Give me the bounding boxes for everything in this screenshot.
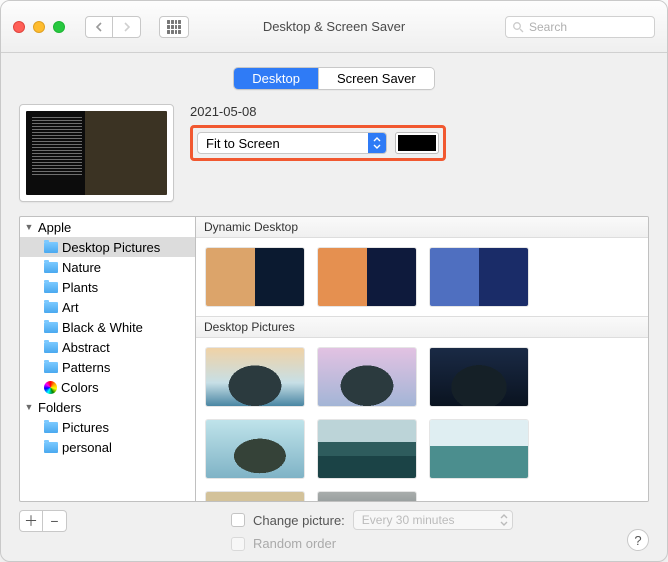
browser-split: ▼ Apple Desktop Pictures Nature Plants A… xyxy=(19,216,649,502)
fill-mode-value: Fit to Screen xyxy=(206,136,280,151)
chevron-up-down-icon xyxy=(373,137,381,149)
folder-icon xyxy=(44,442,58,453)
source-list[interactable]: ▼ Apple Desktop Pictures Nature Plants A… xyxy=(20,217,196,501)
nav-buttons xyxy=(85,16,141,38)
random-order-checkbox[interactable] xyxy=(231,537,245,551)
fill-color-well[interactable] xyxy=(395,132,439,154)
change-picture-label: Change picture: xyxy=(253,513,345,528)
sidebar-item-nature[interactable]: Nature xyxy=(20,257,195,277)
back-button[interactable] xyxy=(85,16,113,38)
sidebar-item-black-white[interactable]: Black & White xyxy=(20,317,195,337)
tab-bar: Desktop Screen Saver xyxy=(19,67,649,90)
wallpaper-thumbnail[interactable] xyxy=(206,420,304,478)
wallpaper-thumbnail[interactable] xyxy=(318,420,416,478)
sidebar-item-abstract[interactable]: Abstract xyxy=(20,337,195,357)
rotation-options: Change picture: Every 30 minutes Random … xyxy=(231,510,513,551)
forward-button[interactable] xyxy=(113,16,141,38)
folder-icon xyxy=(44,302,58,313)
wallpaper-preview-image xyxy=(26,111,167,195)
disclosure-triangle-icon: ▼ xyxy=(24,222,34,232)
sidebar-group-folders[interactable]: ▼ Folders xyxy=(20,397,195,417)
minimize-window-button[interactable] xyxy=(33,21,45,33)
folder-icon xyxy=(44,282,58,293)
sidebar-group-apple[interactable]: ▼ Apple xyxy=(20,217,195,237)
color-wheel-icon xyxy=(44,381,57,394)
content: Desktop Screen Saver 2021-05-08 Fit to S… xyxy=(1,53,667,561)
highlighted-fill-controls: Fit to Screen xyxy=(190,125,446,161)
window-controls xyxy=(13,21,65,33)
close-window-button[interactable] xyxy=(13,21,25,33)
section-header-dynamic: Dynamic Desktop xyxy=(196,217,648,238)
tab-screen-saver[interactable]: Screen Saver xyxy=(318,68,434,89)
wallpaper-filename: 2021-05-08 xyxy=(190,104,446,119)
wallpaper-preview-well xyxy=(19,104,174,202)
sidebar-item-colors[interactable]: Colors xyxy=(20,377,195,397)
help-button[interactable]: ? xyxy=(627,529,649,551)
sidebar-item-patterns[interactable]: Patterns xyxy=(20,357,195,377)
dynamic-thumbnails xyxy=(196,238,648,316)
wallpaper-thumbnail[interactable] xyxy=(318,248,416,306)
add-remove-buttons: ＋ − xyxy=(19,510,67,532)
thumbnail-browser[interactable]: Dynamic Desktop Desktop Pictures xyxy=(196,217,648,501)
sidebar-group-label: Apple xyxy=(38,220,71,235)
bottom-bar: ＋ − Change picture: Every 30 minutes Ran… xyxy=(19,502,649,551)
chevron-up-down-icon xyxy=(500,514,508,526)
folder-icon xyxy=(44,422,58,433)
folder-icon xyxy=(44,342,58,353)
search-icon xyxy=(512,21,524,33)
segmented-control: Desktop Screen Saver xyxy=(233,67,434,90)
sidebar-item-pictures[interactable]: Pictures xyxy=(20,417,195,437)
sidebar-item-desktop-pictures[interactable]: Desktop Pictures xyxy=(20,237,195,257)
wallpaper-thumbnail[interactable] xyxy=(206,492,304,501)
wallpaper-thumbnail[interactable] xyxy=(430,248,528,306)
select-stepper xyxy=(368,133,386,153)
change-interval-value: Every 30 minutes xyxy=(362,513,455,527)
preferences-window: Desktop & Screen Saver Search Desktop Sc… xyxy=(0,0,668,562)
sidebar-group-label: Folders xyxy=(38,400,81,415)
wallpaper-thumbnail[interactable] xyxy=(206,248,304,306)
chevron-right-icon xyxy=(123,22,131,32)
show-all-button[interactable] xyxy=(159,16,189,38)
tab-desktop[interactable]: Desktop xyxy=(234,68,318,89)
folder-icon xyxy=(44,262,58,273)
search-placeholder: Search xyxy=(529,20,567,34)
sidebar-item-art[interactable]: Art xyxy=(20,297,195,317)
change-interval-select[interactable]: Every 30 minutes xyxy=(353,510,513,530)
picture-thumbnails xyxy=(196,338,648,501)
search-field[interactable]: Search xyxy=(505,16,655,38)
wallpaper-thumbnail[interactable] xyxy=(206,348,304,406)
folder-icon xyxy=(44,322,58,333)
change-picture-checkbox[interactable] xyxy=(231,513,245,527)
zoom-window-button[interactable] xyxy=(53,21,65,33)
folder-icon xyxy=(44,362,58,373)
wallpaper-thumbnail[interactable] xyxy=(318,348,416,406)
remove-folder-button[interactable]: − xyxy=(43,510,67,532)
wallpaper-thumbnail[interactable] xyxy=(430,348,528,406)
sidebar-item-plants[interactable]: Plants xyxy=(20,277,195,297)
wallpaper-thumbnail[interactable] xyxy=(430,420,528,478)
grid-icon xyxy=(167,20,181,34)
random-order-label: Random order xyxy=(253,536,336,551)
wallpaper-thumbnail[interactable] xyxy=(318,492,416,501)
fill-mode-select[interactable]: Fit to Screen xyxy=(197,132,387,154)
current-wallpaper-row: 2021-05-08 Fit to Screen xyxy=(19,104,649,202)
sidebar-item-personal[interactable]: personal xyxy=(20,437,195,457)
section-header-pictures: Desktop Pictures xyxy=(196,316,648,338)
chevron-left-icon xyxy=(95,22,103,32)
titlebar: Desktop & Screen Saver Search xyxy=(1,1,667,53)
add-folder-button[interactable]: ＋ xyxy=(19,510,43,532)
disclosure-triangle-icon: ▼ xyxy=(24,402,34,412)
folder-icon xyxy=(44,242,58,253)
